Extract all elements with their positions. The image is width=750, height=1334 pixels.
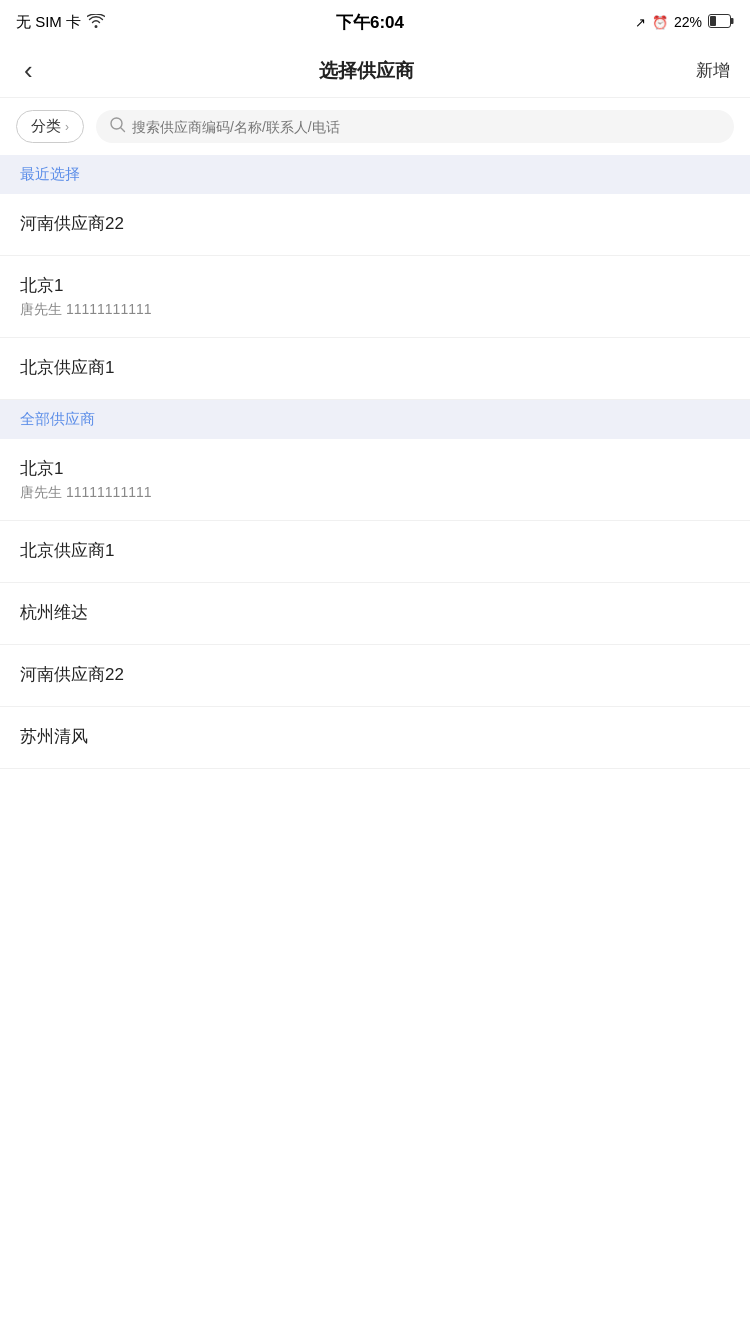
all-section-header: 全部供应商	[0, 400, 750, 439]
list-item[interactable]: 河南供应商22	[0, 645, 750, 707]
list-item[interactable]: 杭州维达	[0, 583, 750, 645]
svg-rect-2	[710, 16, 716, 26]
category-label: 分类	[31, 117, 61, 136]
location-icon: ↗	[635, 15, 646, 30]
search-box	[96, 110, 734, 143]
list-item[interactable]: 苏州清风	[0, 707, 750, 769]
list-item[interactable]: 北京供应商1	[0, 338, 750, 400]
svg-point-3	[111, 118, 122, 129]
recent-section-header: 最近选择	[0, 155, 750, 194]
status-time: 下午6:04	[336, 11, 404, 34]
back-button[interactable]: ‹	[20, 51, 37, 90]
wifi-icon	[87, 14, 105, 31]
search-icon	[110, 117, 126, 136]
list-item[interactable]: 河南供应商22	[0, 194, 750, 256]
list-item[interactable]: 北京供应商1	[0, 521, 750, 583]
page-title: 选择供应商	[319, 58, 414, 84]
all-list: 北京1 唐先生 11111111111 北京供应商1 杭州维达 河南供应商22 …	[0, 439, 750, 769]
category-button[interactable]: 分类 ›	[16, 110, 84, 143]
svg-rect-1	[730, 18, 733, 24]
add-button[interactable]: 新增	[696, 59, 730, 82]
recent-list: 河南供应商22 北京1 唐先生 11111111111 北京供应商1	[0, 194, 750, 400]
filter-bar: 分类 ›	[0, 98, 750, 155]
status-right: ↗ ⏰ 22%	[635, 14, 734, 31]
alarm-icon: ⏰	[652, 15, 668, 30]
list-item[interactable]: 北京1 唐先生 11111111111	[0, 256, 750, 338]
status-bar: 无 SIM 卡 下午6:04 ↗ ⏰ 22%	[0, 0, 750, 44]
search-input[interactable]	[132, 119, 720, 135]
battery-icon	[708, 14, 734, 31]
battery-label: 22%	[674, 14, 702, 30]
no-sim-label: 无 SIM 卡	[16, 13, 81, 32]
nav-bar: ‹ 选择供应商 新增	[0, 44, 750, 98]
chevron-right-icon: ›	[65, 120, 69, 134]
list-item[interactable]: 北京1 唐先生 11111111111	[0, 439, 750, 521]
status-left: 无 SIM 卡	[16, 13, 105, 32]
